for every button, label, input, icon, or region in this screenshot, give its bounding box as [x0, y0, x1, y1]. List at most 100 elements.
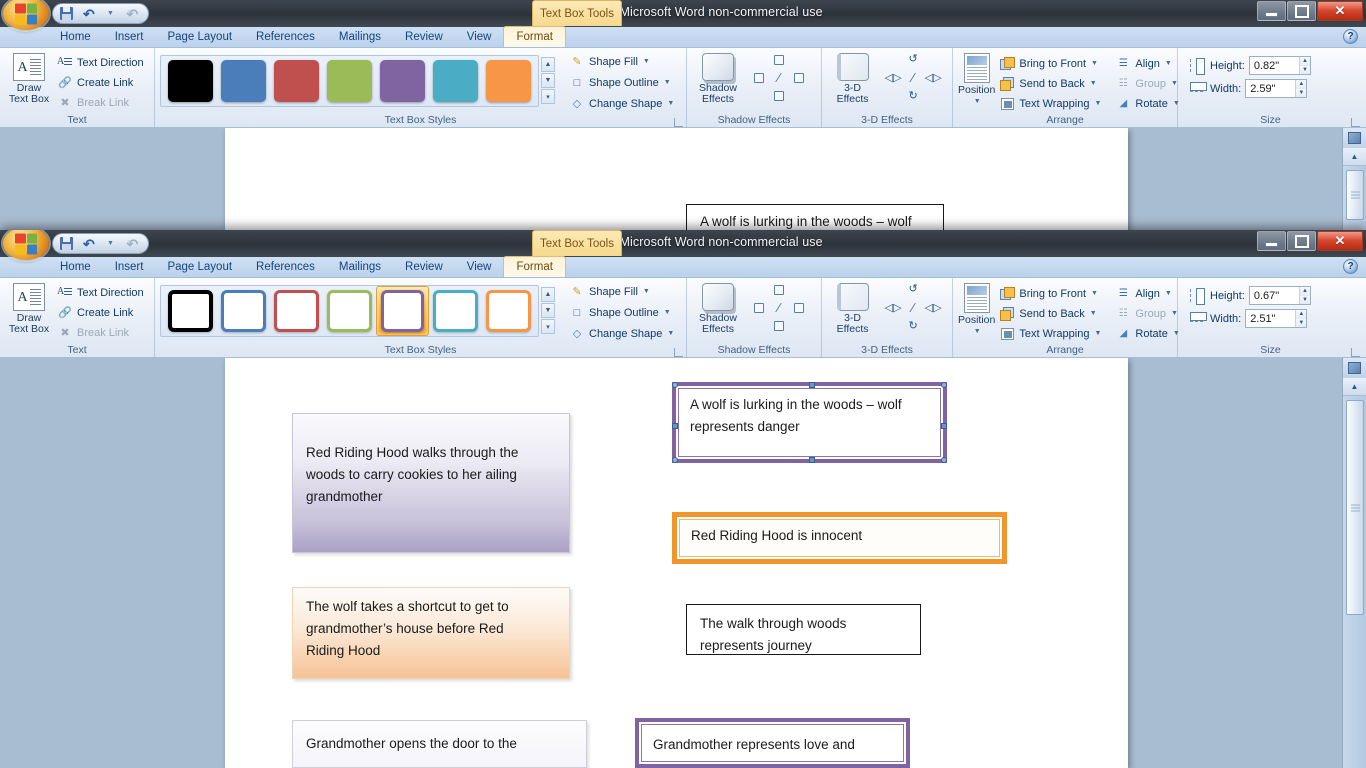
vertical-scrollbar-back[interactable]: ▲: [1342, 128, 1366, 232]
resize-handle-s[interactable]: [809, 457, 815, 463]
tilt-right-icon-front[interactable]: ◁▷: [924, 299, 942, 316]
shape-fill-caret-icon-front[interactable]: ▼: [643, 288, 650, 295]
resize-handle-se[interactable]: [941, 457, 947, 463]
tab-mailings-front[interactable]: Mailings: [327, 257, 393, 277]
ribbon-tabstrip-back[interactable]: Home Insert Page Layout References Maili…: [0, 26, 1366, 48]
width-stepper-back[interactable]: ▲▼: [1245, 79, 1308, 98]
text-box-styles-dialog-launcher-icon[interactable]: [674, 118, 683, 127]
resize-handle-ne[interactable]: [941, 382, 947, 388]
text-direction-button[interactable]: Text Direction: [53, 53, 148, 72]
window-controls-front[interactable]: ✕: [1257, 231, 1363, 251]
textbox-wolf-shortcut[interactable]: The wolf takes a shortcut to get to gran…: [292, 587, 570, 679]
textbox-style-front-style-0[interactable]: [164, 286, 217, 336]
resize-handle-e[interactable]: [941, 423, 947, 429]
close-button-front[interactable]: ✕: [1317, 231, 1363, 251]
draw-text-box-button[interactable]: A Draw Text Box: [5, 51, 53, 105]
quick-access-toolbar-front[interactable]: ↷ ▼ ↶: [52, 233, 149, 254]
bring-to-front-button[interactable]: Bring to Front ▼: [995, 54, 1105, 73]
tab-insert-front[interactable]: Insert: [103, 257, 156, 277]
three-d-tilt-pad-front[interactable]: ↺ ◁▷ ∕ ◁▷ ↻: [882, 281, 947, 339]
resize-handle-sw[interactable]: [672, 457, 678, 463]
width-input-back[interactable]: [1246, 80, 1296, 97]
textbox-wolf-lurking-selected[interactable]: A wolf is lurking in the woods – wolf re…: [672, 382, 947, 463]
textbox-style-back-style-4[interactable]: [376, 56, 429, 106]
align-caret-icon[interactable]: ▼: [1165, 60, 1172, 67]
shape-fill-button-front[interactable]: ✎ Shape Fill ▼: [565, 282, 678, 301]
three-d-onoff-icon[interactable]: ∕: [904, 69, 922, 86]
textbox-style-front-style-5[interactable]: [429, 286, 482, 336]
nudge-shadow-left-icon-front[interactable]: [750, 299, 768, 316]
create-link-button[interactable]: 🔗 Create Link: [53, 73, 148, 92]
tab-view[interactable]: View: [455, 27, 504, 47]
redo-icon[interactable]: ↶: [123, 5, 142, 22]
resize-handle-n[interactable]: [809, 382, 815, 388]
minimize-button[interactable]: [1257, 1, 1286, 21]
gallery-more-icon[interactable]: ▾: [541, 89, 555, 104]
ribbon-front[interactable]: A Draw Text Box Text Direction 🔗 Create …: [0, 278, 1366, 358]
gallery-scroll-down-icon-front[interactable]: ▼: [541, 303, 555, 318]
textbox-red-riding-hood-innocent[interactable]: Red Riding Hood is innocent: [672, 512, 1007, 564]
textbox-style-back-style-6[interactable]: [482, 56, 535, 106]
text-box-styles-gallery-back[interactable]: [160, 54, 539, 107]
maximize-button[interactable]: [1287, 1, 1316, 21]
align-button[interactable]: ☰ Align ▼: [1111, 54, 1183, 73]
tab-mailings[interactable]: Mailings: [327, 27, 393, 47]
three-d-onoff-icon-front[interactable]: ∕: [904, 299, 922, 316]
send-to-back-button-front[interactable]: Send to Back ▼: [995, 304, 1105, 323]
word-window-foreground[interactable]: ↷ ▼ ↶ ▾ Document4 - Microsoft Word non-c…: [0, 230, 1366, 768]
select-browse-object-icon[interactable]: [1343, 128, 1366, 148]
three-d-tilt-pad[interactable]: ↺ ◁▷ ∕ ◁▷ ↻: [882, 51, 947, 109]
save-icon[interactable]: [57, 5, 76, 22]
shape-outline-caret-icon[interactable]: ▼: [664, 79, 671, 86]
nudge-shadow-down-icon[interactable]: [770, 87, 788, 104]
position-caret-icon[interactable]: ▼: [974, 96, 981, 107]
gallery-scroll-front[interactable]: ▲ ▼ ▾: [541, 287, 555, 334]
bring-to-front-button-front[interactable]: Bring to Front ▼: [995, 284, 1105, 303]
create-link-button-front[interactable]: 🔗 Create Link: [53, 303, 148, 322]
align-button-front[interactable]: ☰ Align ▼: [1111, 284, 1183, 303]
shadow-onoff-icon[interactable]: ∕: [770, 69, 788, 86]
send-to-back-caret-icon[interactable]: ▼: [1090, 80, 1097, 87]
document-page-back[interactable]: A wolf is lurking in the woods – wolf: [225, 128, 1128, 232]
nudge-shadow-right-icon[interactable]: [790, 69, 808, 86]
bring-to-front-caret-icon-front[interactable]: ▼: [1091, 290, 1098, 297]
tilt-left-icon[interactable]: ◁▷: [884, 69, 902, 86]
text-direction-button-front[interactable]: Text Direction: [53, 283, 148, 302]
height-stepper-front[interactable]: ▲▼: [1248, 286, 1311, 305]
size-dialog-launcher-icon-front[interactable]: [1351, 348, 1360, 357]
textbox-style-back-style-3[interactable]: [323, 56, 376, 106]
tab-page-layout-front[interactable]: Page Layout: [155, 257, 244, 277]
textbox-style-front-style-1[interactable]: [217, 286, 270, 336]
word-window-background[interactable]: ↷ ▼ ↶ ▾ Document4 - Microsoft Word non-c…: [0, 0, 1366, 232]
rotate-button[interactable]: ◢ Rotate ▼: [1111, 94, 1183, 113]
shape-fill-button[interactable]: ✎ Shape Fill ▼: [565, 52, 678, 71]
nudge-shadow-up-icon[interactable]: [770, 51, 788, 68]
textbox-style-front-style-3[interactable]: [323, 286, 376, 336]
close-button[interactable]: ✕: [1317, 1, 1363, 21]
document-page-front[interactable]: Red Riding Hood walks through the woods …: [225, 358, 1128, 768]
shadow-effects-button[interactable]: Shadow Effects: [692, 51, 744, 105]
textbox-style-front-style-4[interactable]: [376, 285, 429, 336]
position-button[interactable]: Position ▼: [958, 51, 995, 107]
position-caret-icon-front[interactable]: ▼: [974, 326, 981, 337]
nudge-shadow-down-icon-front[interactable]: [770, 317, 788, 334]
gallery-scroll-back[interactable]: ▲ ▼ ▾: [541, 57, 555, 104]
tilt-up-icon[interactable]: ↺: [904, 50, 922, 67]
scroll-up-button-back[interactable]: ▲: [1343, 148, 1366, 166]
bring-to-front-caret-icon[interactable]: ▼: [1091, 60, 1098, 67]
undo-icon-front[interactable]: ↷: [79, 235, 98, 252]
gallery-scroll-up-icon[interactable]: ▲: [541, 57, 555, 72]
tab-format[interactable]: Format: [503, 26, 566, 47]
nudge-shadow-up-icon-front[interactable]: [770, 281, 788, 298]
change-shape-caret-icon[interactable]: ▼: [667, 100, 674, 107]
width-spin-buttons-back[interactable]: ▲ ▼: [1295, 80, 1307, 97]
change-shape-button-front[interactable]: ◇ Change Shape ▼: [565, 324, 678, 343]
shape-outline-caret-icon-front[interactable]: ▼: [664, 309, 671, 316]
rotate-button-front[interactable]: ◢ Rotate ▼: [1111, 324, 1183, 343]
textbox-style-front-style-2[interactable]: [270, 286, 323, 336]
vertical-scrollbar-front[interactable]: ▲: [1342, 358, 1366, 768]
shape-outline-button-front[interactable]: □ Shape Outline ▼: [565, 303, 678, 322]
text-wrapping-caret-icon[interactable]: ▼: [1094, 100, 1101, 107]
title-bar-back[interactable]: ↷ ▼ ↶ ▾ Document4 - Microsoft Word non-c…: [0, 0, 1366, 30]
gallery-scroll-up-icon-front[interactable]: ▲: [541, 287, 555, 302]
